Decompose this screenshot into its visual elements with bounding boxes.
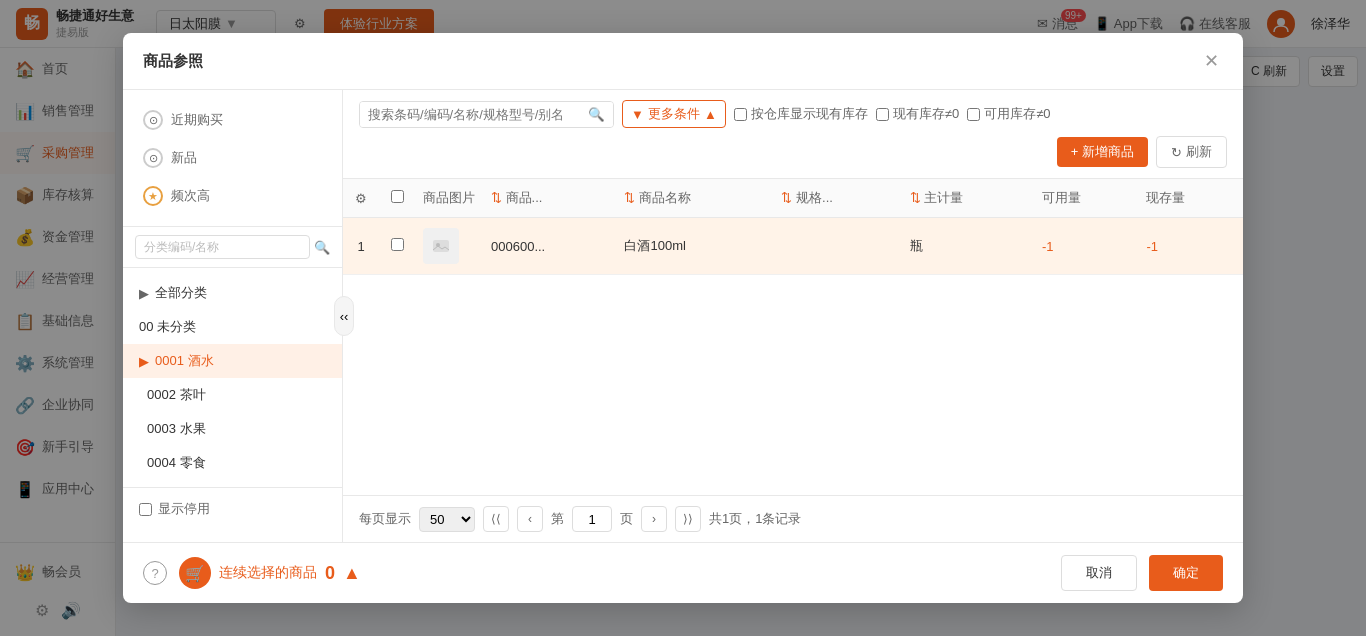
warehouse-filter-label[interactable]: 按仓库显示现有库存 (734, 105, 868, 123)
tab-recent-purchase[interactable]: ⊙ 近期购买 (131, 102, 334, 138)
svg-rect-1 (433, 240, 449, 252)
quick-tabs: ⊙ 近期购买 ⊙ 新品 ★ 频次高 (123, 102, 342, 227)
refresh-button[interactable]: ↻ 刷新 (1156, 136, 1227, 168)
available-stock-filter-label[interactable]: 可用库存≠0 (967, 105, 1050, 123)
modal-overlay: 商品参照 ✕ ⊙ 近期购买 ⊙ 新品 ★ (0, 0, 1366, 636)
col-spec: ⇅ 规格... (773, 179, 901, 218)
product-search-input[interactable] (360, 102, 580, 127)
category-tea[interactable]: 0002 茶叶 (123, 378, 342, 412)
category-search-input[interactable] (135, 235, 310, 259)
row-available: -1 (1034, 218, 1139, 275)
select-all-checkbox[interactable] (391, 190, 404, 203)
left-panel: ⊙ 近期购买 ⊙ 新品 ★ 频次高 ‹‹ (123, 90, 343, 542)
row-code: 000600... (483, 218, 616, 275)
col-stock: 现存量 (1138, 179, 1243, 218)
product-search-button[interactable]: 🔍 (580, 102, 613, 127)
col-settings: ⚙ (343, 179, 379, 218)
row-spec (773, 218, 901, 275)
modal-title: 商品参照 (143, 52, 203, 71)
modal-close-button[interactable]: ✕ (1199, 49, 1223, 73)
toolbar-right: + 新增商品 ↻ 刷新 (1057, 136, 1227, 168)
recent-purchase-icon: ⊙ (143, 110, 163, 130)
row-name: 白酒100ml (616, 218, 773, 275)
help-button[interactable]: ? (143, 561, 167, 585)
product-table-wrap: ⚙ 商品图片 ⇅ 商品... ⇅ 商品名称 (343, 179, 1243, 495)
sort-icon: ⇅ (491, 190, 502, 205)
page-first-button[interactable]: ⟨⟨ (483, 506, 509, 532)
col-unit: ⇅ 主计量 (902, 179, 1034, 218)
col-settings-icon[interactable]: ⚙ (355, 191, 367, 206)
category-drinks[interactable]: 0005 饮料 (123, 480, 342, 487)
tab-high-frequency[interactable]: ★ 频次高 (131, 178, 334, 214)
sort-icon-name: ⇅ (624, 190, 635, 205)
modal-footer: ? 🛒 连续选择的商品 0 ▲ 取消 确定 (123, 542, 1243, 603)
product-table: ⚙ 商品图片 ⇅ 商品... ⇅ 商品名称 (343, 179, 1243, 275)
show-disabled-section: 显示停用 (123, 487, 342, 530)
table-header-row: ⚙ 商品图片 ⇅ 商品... ⇅ 商品名称 (343, 179, 1243, 218)
page-next-button[interactable]: › (641, 506, 667, 532)
category-snacks[interactable]: 0004 零食 (123, 446, 342, 480)
warehouse-filter-checkbox[interactable] (734, 108, 747, 121)
cart-section: 🛒 连续选择的商品 0 ▲ (179, 557, 361, 589)
show-disabled-checkbox[interactable] (139, 503, 152, 516)
category-fruits[interactable]: 0003 水果 (123, 412, 342, 446)
modal-header: 商品参照 ✕ (123, 33, 1243, 90)
chevron-up-icon: ▲ (704, 107, 717, 122)
toolbar: 🔍 ▼ 更多条件 ▲ 按仓库显示现有库存 现有库存≠0 (343, 90, 1243, 179)
modal-body: ⊙ 近期购买 ⊙ 新品 ★ 频次高 ‹‹ (123, 90, 1243, 542)
col-available: 可用量 (1034, 179, 1139, 218)
right-panel: 🔍 ▼ 更多条件 ▲ 按仓库显示现有库存 现有库存≠0 (343, 90, 1243, 542)
row-num: 1 (343, 218, 379, 275)
col-checkbox (379, 179, 415, 218)
collapse-panel-button[interactable]: ‹‹ (334, 296, 354, 336)
active-arrow-icon: ▶ (139, 354, 149, 369)
page-prev-button[interactable]: ‹ (517, 506, 543, 532)
page-last-button[interactable]: ⟩⟩ (675, 506, 701, 532)
product-image (423, 228, 459, 264)
row-checkbox-cell (379, 218, 415, 275)
col-product-image: 商品图片 (415, 179, 483, 218)
add-product-button[interactable]: + 新增商品 (1057, 137, 1148, 167)
col-product-name: ⇅ 商品名称 (616, 179, 773, 218)
current-stock-checkbox[interactable] (876, 108, 889, 121)
available-stock-checkbox[interactable] (967, 108, 980, 121)
modal-product-reference: 商品参照 ✕ ⊙ 近期购买 ⊙ 新品 ★ (123, 33, 1243, 603)
more-filter-button[interactable]: ▼ 更多条件 ▲ (622, 100, 726, 128)
row-stock: -1 (1138, 218, 1243, 275)
category-search: 🔍 (123, 227, 342, 268)
refresh-icon: ↻ (1171, 145, 1182, 160)
cart-count: 0 (325, 563, 335, 584)
col-product-code: ⇅ 商品... (483, 179, 616, 218)
table-row[interactable]: 1 000600... 白酒100ml (343, 218, 1243, 275)
row-select-checkbox[interactable] (391, 238, 404, 251)
new-products-icon: ⊙ (143, 148, 163, 168)
cancel-button[interactable]: 取消 (1061, 555, 1137, 591)
row-image-cell (415, 218, 483, 275)
high-frequency-icon: ★ (143, 186, 163, 206)
category-list: ▶ 全部分类 00 未分类 ▶ 0001 酒水 0002 茶叶 0003 水果 (123, 268, 342, 487)
sort-icon-spec: ⇅ (781, 190, 792, 205)
pagination: 每页显示 10 20 50 100 ⟨⟨ ‹ 第 页 › ⟩⟩ 共1页，1条记录 (343, 495, 1243, 542)
current-stock-filter-label[interactable]: 现有库存≠0 (876, 105, 959, 123)
collapse-cart-icon[interactable]: ▲ (343, 563, 361, 584)
cart-icon: 🛒 (179, 557, 211, 589)
tab-new-products[interactable]: ⊙ 新品 (131, 140, 334, 176)
category-uncategorized[interactable]: 00 未分类 (123, 310, 342, 344)
row-unit: 瓶 (902, 218, 1034, 275)
expand-arrow-icon: ▶ (139, 286, 149, 301)
footer-actions: 取消 确定 (1061, 555, 1223, 591)
category-liquor[interactable]: ▶ 0001 酒水 (123, 344, 342, 378)
search-icon: 🔍 (314, 240, 330, 255)
confirm-button[interactable]: 确定 (1149, 555, 1223, 591)
page-size-select[interactable]: 10 20 50 100 (419, 507, 475, 532)
product-search-wrap: 🔍 (359, 101, 614, 128)
page-number-input[interactable] (572, 506, 612, 532)
sort-icon-unit: ⇅ (910, 190, 921, 205)
category-all[interactable]: ▶ 全部分类 (123, 276, 342, 310)
filter-icon: ▼ (631, 107, 644, 122)
